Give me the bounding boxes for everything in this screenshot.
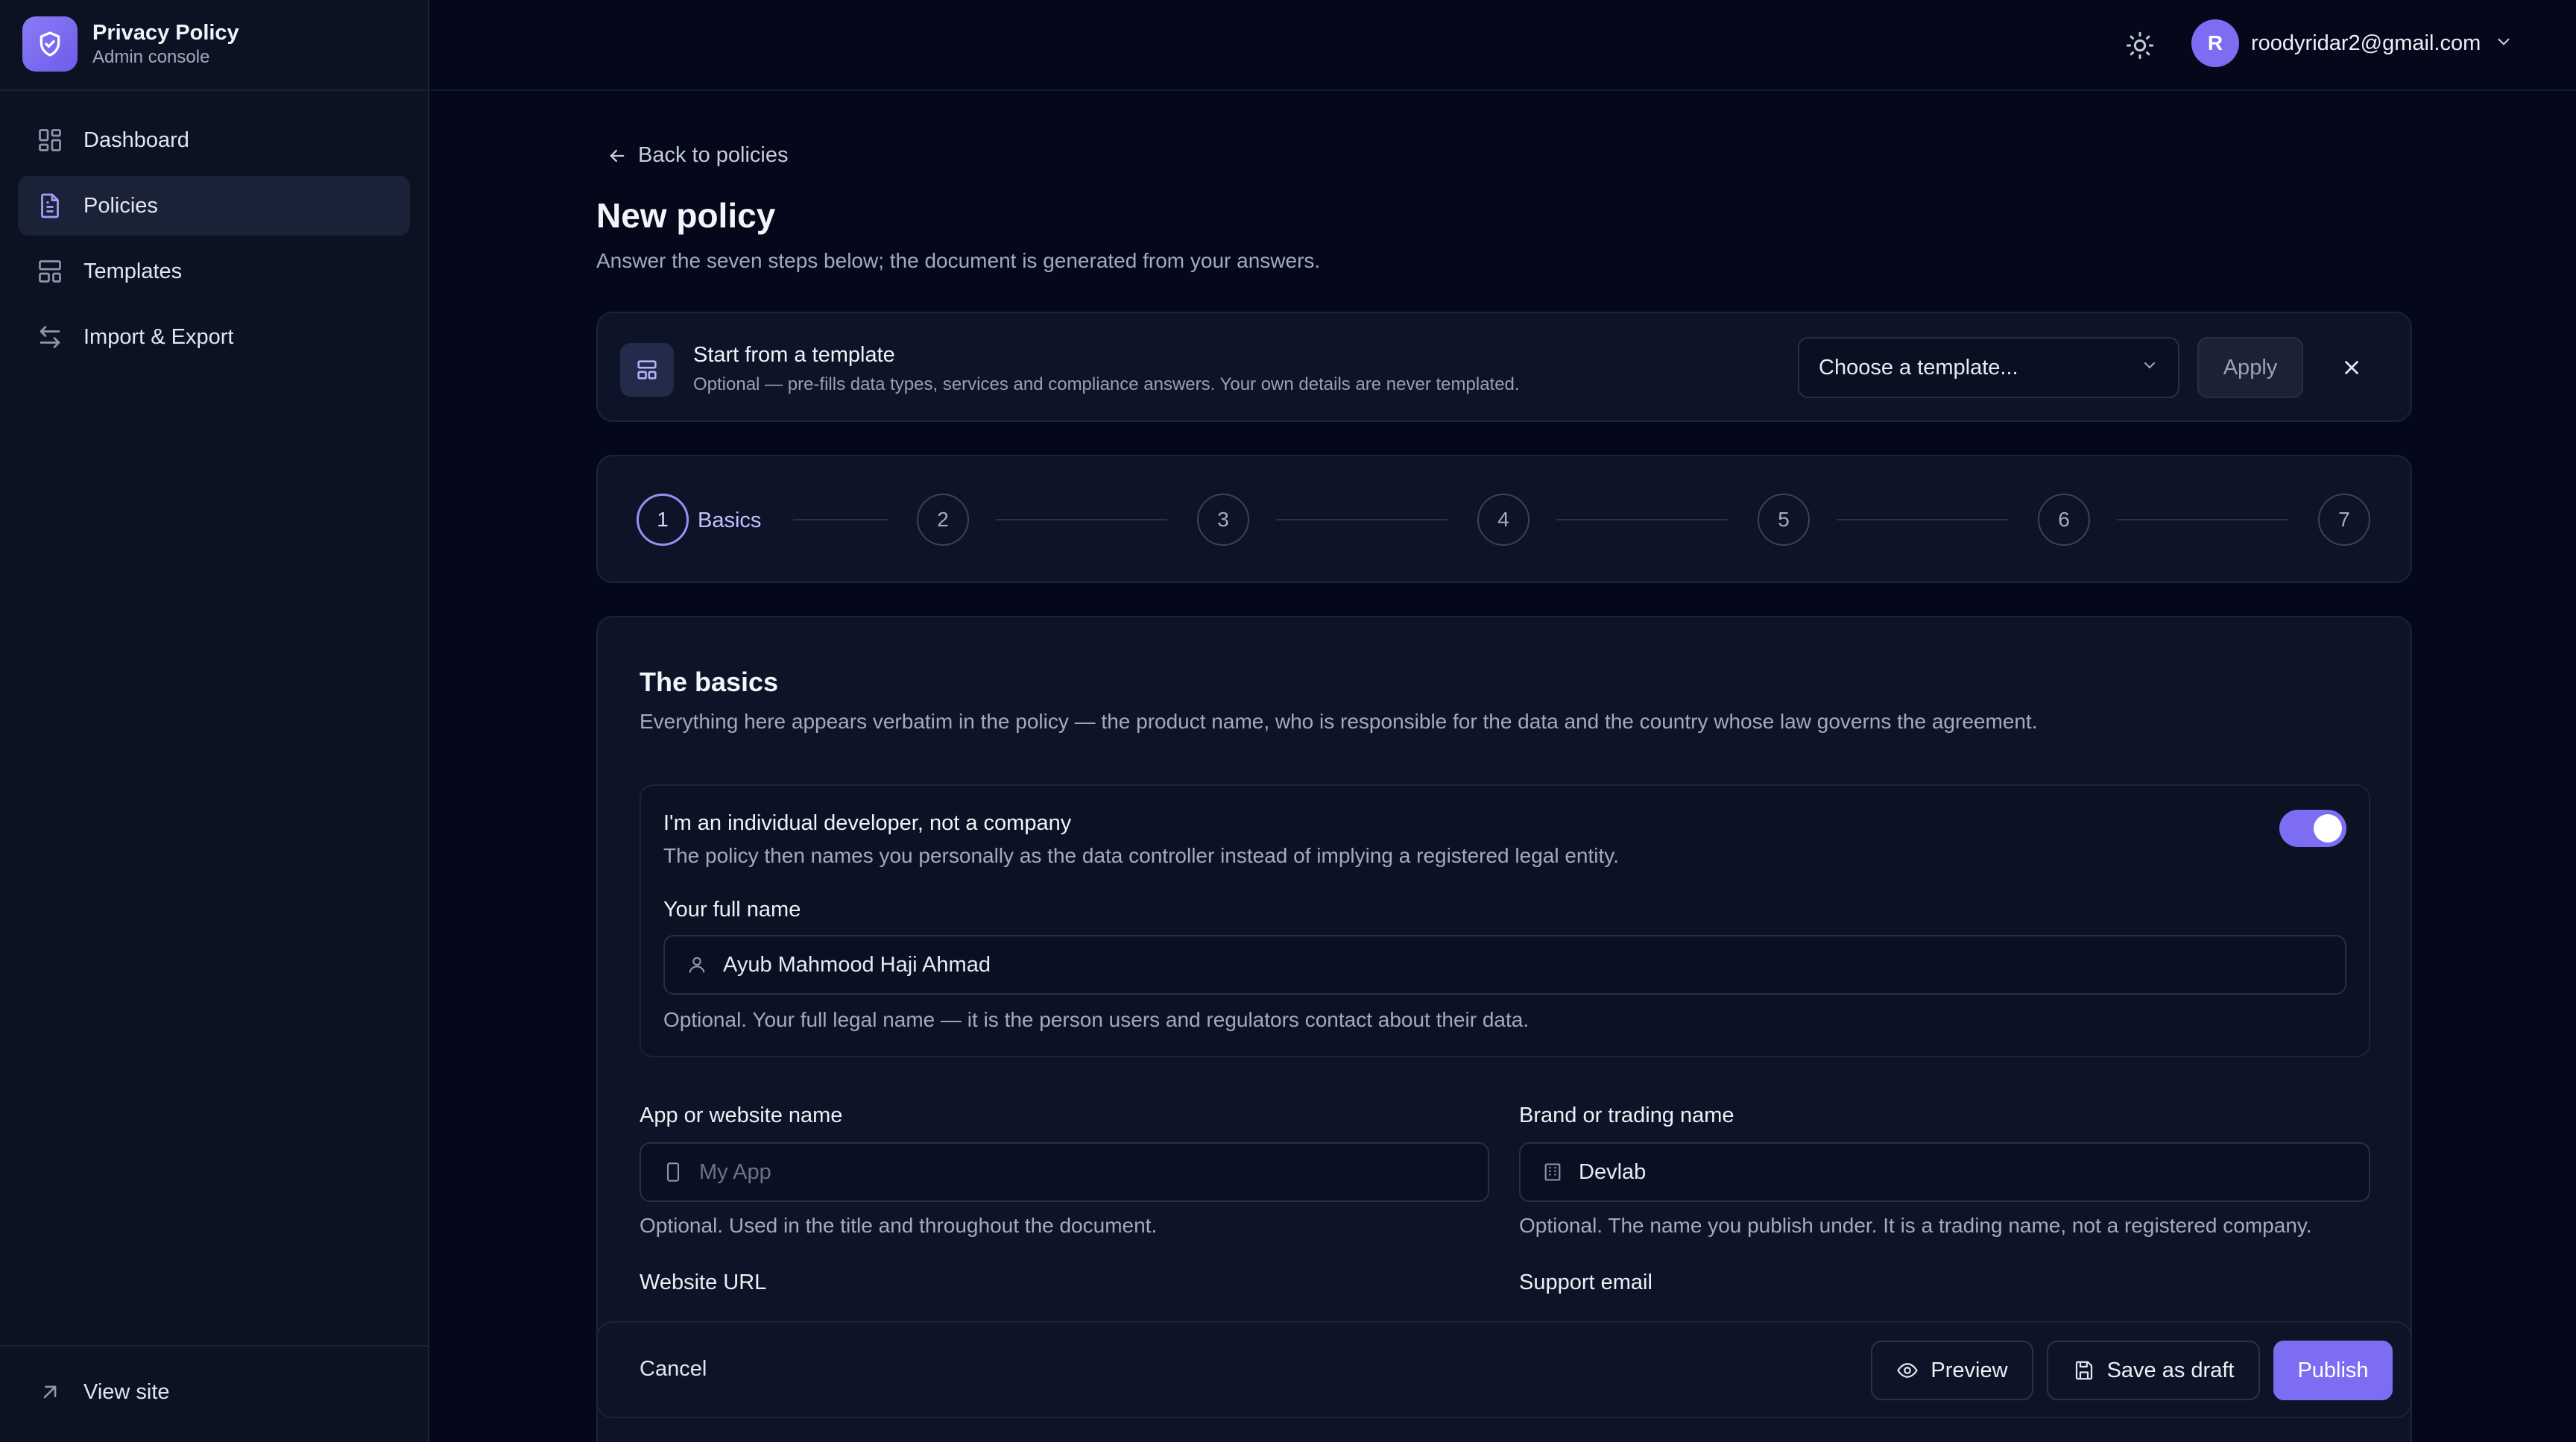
app-root: Privacy Policy Admin console Dashboard P… <box>0 0 2576 1442</box>
save-draft-button[interactable]: Save as draft <box>2047 1341 2260 1400</box>
sidebar-item-policies[interactable]: Policies <box>18 176 410 236</box>
external-arrow-icon <box>36 1378 64 1406</box>
user-icon <box>686 954 708 976</box>
toggle-knob <box>2314 814 2342 843</box>
step-1[interactable]: 1 <box>637 494 689 546</box>
cancel-button[interactable]: Cancel <box>640 1357 707 1382</box>
preview-label: Preview <box>1931 1358 2008 1382</box>
sidebar-item-label: Policies <box>83 193 158 218</box>
brand-title: Privacy Policy <box>92 21 239 45</box>
sidebar-item-dashboard[interactable]: Dashboard <box>18 110 410 170</box>
section-description: Everything here appears verbatim in the … <box>640 710 2038 733</box>
individual-developer-box: I'm an individual developer, not a compa… <box>640 784 2370 1057</box>
website-url-label: Website URL <box>640 1271 767 1294</box>
divider <box>0 1345 428 1347</box>
document-icon <box>36 192 64 220</box>
support-email-label: Support email <box>1519 1271 1652 1294</box>
brand-name-value: Devlab <box>1579 1159 1647 1184</box>
view-site-link[interactable]: View site <box>36 1378 170 1406</box>
step-7[interactable]: 7 <box>2318 494 2370 546</box>
sidebar-item-label: Dashboard <box>83 127 189 152</box>
building-icon <box>1541 1161 1564 1183</box>
topbar: R roodyridar2@gmail.com <box>431 0 2576 91</box>
chevron-down-icon <box>2494 32 2513 55</box>
template-select-value: Choose a template... <box>1819 355 2018 380</box>
sidebar-nav: Dashboard Policies Templates Import & Ex… <box>18 110 410 373</box>
user-email: roodyridar2@gmail.com <box>2251 31 2481 55</box>
individual-description: The policy then names you personally as … <box>663 844 1619 867</box>
template-card: Start from a template Optional — pre-fil… <box>596 312 2412 422</box>
view-site-label: View site <box>83 1379 170 1404</box>
step-connector <box>1837 519 2008 520</box>
step-connector <box>793 519 888 520</box>
page-description: Answer the seven steps below; the docume… <box>596 249 1321 272</box>
template-icon <box>620 343 674 397</box>
step-current-label: Basics <box>698 509 762 532</box>
section-title: The basics <box>640 667 779 697</box>
full-name-input[interactable]: Ayub Mahmood Haji Ahmad <box>663 935 2346 995</box>
step-3[interactable]: 3 <box>1197 494 1249 546</box>
user-menu[interactable]: R roodyridar2@gmail.com <box>2191 19 2513 67</box>
template-subtitle: Optional — pre-fills data types, service… <box>693 374 1520 394</box>
shield-check-icon <box>22 16 78 72</box>
stepper: 1 Basics 2 3 4 5 6 7 <box>596 455 2412 583</box>
brand-name-input[interactable]: Devlab <box>1519 1142 2370 1202</box>
template-select[interactable]: Choose a template... <box>1798 337 2179 398</box>
full-name-value: Ayub Mahmood Haji Ahmad <box>723 952 991 977</box>
full-name-help: Optional. Your full legal name — it is t… <box>663 1008 1530 1031</box>
sidebar-item-label: Templates <box>83 259 183 283</box>
individual-title: I'm an individual developer, not a compa… <box>663 811 1072 835</box>
apply-template-button[interactable]: Apply <box>2197 337 2303 398</box>
step-5[interactable]: 5 <box>1758 494 1810 546</box>
sidebar-item-label: Import & Export <box>83 324 234 349</box>
app-name-input[interactable]: My App <box>640 1142 1489 1202</box>
template-title: Start from a template <box>693 343 895 367</box>
back-label: Back to policies <box>638 143 789 167</box>
step-2[interactable]: 2 <box>917 494 969 546</box>
close-icon[interactable] <box>2336 352 2367 383</box>
chevron-down-icon <box>2141 356 2159 380</box>
sun-icon[interactable] <box>2121 27 2159 64</box>
smartphone-icon <box>662 1161 684 1183</box>
app-name-label: App or website name <box>640 1103 843 1127</box>
save-draft-label: Save as draft <box>2106 1358 2235 1382</box>
brand-name-help: Optional. The name you publish under. It… <box>1519 1214 2312 1237</box>
sidebar-item-import-export[interactable]: Import & Export <box>18 307 410 367</box>
template-icon <box>36 257 64 286</box>
back-to-policies-link[interactable]: Back to policies <box>607 143 789 168</box>
dashboard-icon <box>36 126 64 154</box>
step-connector <box>996 519 1167 520</box>
arrows-swap-icon <box>36 323 64 351</box>
full-name-label: Your full name <box>663 898 801 922</box>
individual-toggle[interactable] <box>2279 810 2346 847</box>
brand-name-label: Brand or trading name <box>1519 1103 1734 1127</box>
action-bar: Cancel Preview Save as draft Publish <box>596 1321 2412 1418</box>
divider <box>0 89 428 91</box>
brand[interactable]: Privacy Policy Admin console <box>22 16 239 72</box>
preview-button[interactable]: Preview <box>1871 1341 2033 1400</box>
app-name-placeholder: My App <box>699 1159 771 1184</box>
save-icon <box>2075 1361 2092 1380</box>
eye-icon <box>1897 1363 1919 1378</box>
step-connector <box>1276 519 1448 520</box>
avatar: R <box>2191 19 2239 67</box>
sidebar: Privacy Policy Admin console Dashboard P… <box>0 0 429 1442</box>
publish-button[interactable]: Publish <box>2273 1341 2393 1400</box>
sidebar-item-templates[interactable]: Templates <box>18 242 410 301</box>
basics-section: The basics Everything here appears verba… <box>596 616 2412 1442</box>
step-connector <box>1556 519 1728 520</box>
page-title: New policy <box>596 196 776 235</box>
brand-subtitle: Admin console <box>92 47 210 67</box>
step-4[interactable]: 4 <box>1477 494 1530 546</box>
arrow-left-icon <box>610 149 625 162</box>
step-connector <box>2117 519 2288 520</box>
step-6[interactable]: 6 <box>2038 494 2090 546</box>
app-name-help: Optional. Used in the title and througho… <box>640 1214 1158 1237</box>
